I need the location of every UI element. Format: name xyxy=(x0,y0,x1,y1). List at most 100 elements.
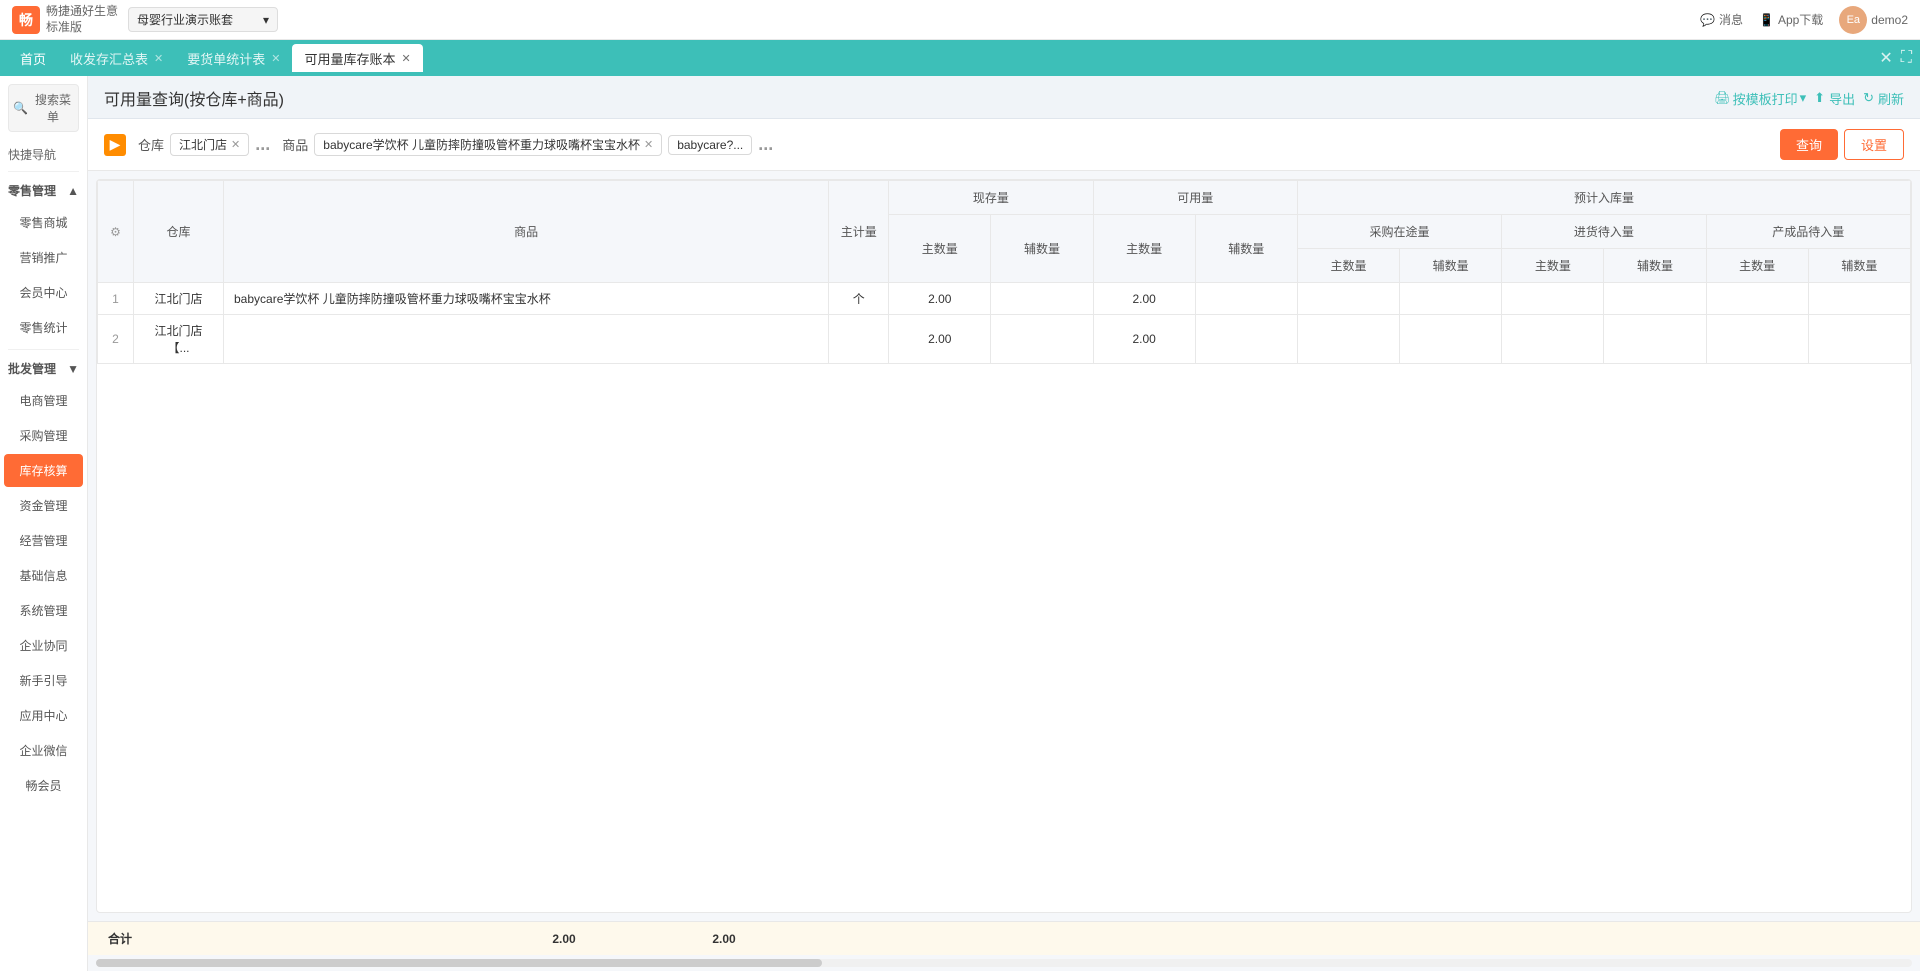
warehouse-tag[interactable]: 江北门店 ✕ xyxy=(170,133,249,156)
message-btn[interactable]: 💬 消息 xyxy=(1700,11,1743,28)
export-btn[interactable]: ⬆ 导出 xyxy=(1814,89,1855,108)
warehouse-tag-close[interactable]: ✕ xyxy=(231,138,240,151)
table-scroll-thumb[interactable] xyxy=(96,959,822,967)
sidebar: 🔍 搜索菜单 快捷导航 零售管理 ▲ 零售商城 营销推广 会员中心 零售统计 批… xyxy=(0,76,88,971)
cell-purchase-transit-aux xyxy=(1400,283,1502,315)
tab-available-stock[interactable]: 可用量库存账本 ✕ xyxy=(292,44,422,72)
sidebar-item-basic-info[interactable]: 基础信息 xyxy=(4,559,83,592)
th-avail-aux: 辅数量 xyxy=(1195,215,1297,283)
cell-goods-pending-aux xyxy=(1604,315,1706,364)
sidebar-item-purchase[interactable]: 采购管理 xyxy=(4,419,83,452)
chevron-up-icon: ▲ xyxy=(67,184,79,198)
th-warehouse: 仓库 xyxy=(134,181,224,283)
print-btn[interactable]: 🖨 按模板打印 ▾ xyxy=(1714,89,1806,108)
goods-more-btn[interactable]: ... xyxy=(758,134,773,155)
industry-selector[interactable]: 母婴行业演示账套 ▾ xyxy=(128,7,278,32)
tab-receipt-summary[interactable]: 收发存汇总表 ✕ xyxy=(58,44,175,72)
cell-stock-main: 2.00 xyxy=(889,283,991,315)
th-main-unit: 主计量 xyxy=(829,181,889,283)
export-icon: ⬆ xyxy=(1814,90,1825,106)
th-avail-main: 主数量 xyxy=(1093,215,1195,283)
cell-goods xyxy=(224,315,829,364)
page-title: 可用量查询(按仓库+商品) xyxy=(104,86,284,110)
sidebar-item-finance[interactable]: 资金管理 xyxy=(4,489,83,522)
message-icon: 💬 xyxy=(1700,13,1715,27)
cell-product-pending-main xyxy=(1706,283,1808,315)
tab-available-stock-close[interactable]: ✕ xyxy=(402,52,411,65)
footer-stock-main: 2.00 xyxy=(524,932,604,946)
chevron-down-icon-wholesale: ▼ xyxy=(67,362,79,376)
sidebar-item-app-center[interactable]: 应用中心 xyxy=(4,699,83,732)
query-btn[interactable]: 查询 xyxy=(1780,129,1838,160)
sidebar-search-area: 🔍 搜索菜单 xyxy=(0,76,87,140)
cell-goods-pending-main xyxy=(1502,315,1604,364)
sidebar-item-inventory[interactable]: 库存核算 xyxy=(4,454,83,487)
cell-product-pending-aux xyxy=(1808,315,1910,364)
tab-order-stats[interactable]: 要货单统计表 ✕ xyxy=(175,44,292,72)
tab-receipt-summary-close[interactable]: ✕ xyxy=(154,52,163,65)
goods-label: 商品 xyxy=(282,135,308,154)
sidebar-item-zero-sales-mall[interactable]: 零售商城 xyxy=(4,206,83,239)
sidebar-item-zero-sales-stats[interactable]: 零售统计 xyxy=(4,311,83,344)
th-current-stock: 现存量 xyxy=(889,181,1093,215)
goods-tag-1[interactable]: babycare学饮杯 儿童防摔防撞吸管杯重力球吸嘴杯宝宝水杯 ✕ xyxy=(314,133,662,156)
cell-avail-main: 2.00 xyxy=(1093,315,1195,364)
top-bar-left: 畅 畅捷通好生意 标准版 母婴行业演示账套 ▾ xyxy=(12,4,278,35)
refresh-btn[interactable]: ↻ 刷新 xyxy=(1863,89,1904,108)
cell-unit xyxy=(829,315,889,364)
cell-avail-aux xyxy=(1195,315,1297,364)
tab-fullscreen-icon[interactable]: ⛶ xyxy=(1901,49,1912,67)
sidebar-item-marketing[interactable]: 营销推广 xyxy=(4,241,83,274)
footer-label: 合计 xyxy=(98,930,224,947)
footer-avail-main: 2.00 xyxy=(684,932,764,946)
th-goods-pending: 进货待入量 xyxy=(1502,215,1706,249)
page-actions: 🖨 按模板打印 ▾ ⬆ 导出 ↻ 刷新 xyxy=(1714,89,1904,108)
sidebar-item-enterprise-collab[interactable]: 企业协同 xyxy=(4,629,83,662)
user-avatar-btn[interactable]: Ea demo2 xyxy=(1839,6,1908,34)
layout: 🔍 搜索菜单 快捷导航 零售管理 ▲ 零售商城 营销推广 会员中心 零售统计 批… xyxy=(0,76,1920,971)
table-scroll-bar[interactable] xyxy=(96,959,1912,967)
th-purchase-transit-main: 主数量 xyxy=(1297,249,1399,283)
th-settings[interactable]: ⚙ xyxy=(98,181,134,283)
warehouse-more-btn[interactable]: ... xyxy=(255,134,270,155)
goods-tag-1-close[interactable]: ✕ xyxy=(644,138,653,151)
tab-order-stats-close[interactable]: ✕ xyxy=(271,52,280,65)
main-content: 可用量查询(按仓库+商品) 🖨 按模板打印 ▾ ⬆ 导出 ↻ 刷新 ▶ xyxy=(88,76,1920,971)
cell-purchase-transit-main xyxy=(1297,283,1399,315)
cell-avail-aux xyxy=(1195,283,1297,315)
table-footer-row: 合计 2.00 2.00 xyxy=(88,921,1920,955)
th-purchase-transit-aux: 辅数量 xyxy=(1400,249,1502,283)
goods-tag-2[interactable]: babycare?... xyxy=(668,135,752,155)
sidebar-item-wholesale[interactable]: 批发管理 ▼ xyxy=(0,354,87,383)
cell-unit: 个 xyxy=(829,283,889,315)
filter-actions: 查询 设置 xyxy=(1780,129,1904,160)
cell-stock-main: 2.00 xyxy=(889,315,991,364)
sidebar-divider-2 xyxy=(8,349,79,350)
cell-num: 2 xyxy=(98,315,134,364)
logo-text: 畅捷通好生意 标准版 xyxy=(46,4,118,35)
filter-toggle-btn[interactable]: ▶ xyxy=(104,134,126,156)
sidebar-item-new-guide[interactable]: 新手引导 xyxy=(4,664,83,697)
cell-goods: babycare学饮杯 儿童防摔防撞吸管杯重力球吸嘴杯宝宝水杯 xyxy=(224,283,829,315)
tab-home[interactable]: 首页 xyxy=(8,44,58,72)
sidebar-item-member[interactable]: 畅会员 xyxy=(4,769,83,802)
print-icon: 🖨 xyxy=(1714,90,1731,106)
cell-warehouse: 江北门店 xyxy=(134,283,224,315)
sidebar-search-btn[interactable]: 🔍 搜索菜单 xyxy=(8,84,79,132)
sidebar-item-ecommerce[interactable]: 电商管理 xyxy=(4,384,83,417)
tab-close-all-icon[interactable]: ✕ xyxy=(1879,48,1892,68)
sidebar-item-system[interactable]: 系统管理 xyxy=(4,594,83,627)
sidebar-item-operations[interactable]: 经营管理 xyxy=(4,524,83,557)
th-available: 可用量 xyxy=(1093,181,1297,215)
top-bar: 畅 畅捷通好生意 标准版 母婴行业演示账套 ▾ 💬 消息 📱 App下载 Ea … xyxy=(0,0,1920,40)
sidebar-item-enterprise-wechat[interactable]: 企业微信 xyxy=(4,734,83,767)
sidebar-item-zero-sales[interactable]: 零售管理 ▲ xyxy=(0,176,87,205)
cell-goods-pending-main xyxy=(1502,283,1604,315)
cell-stock-aux xyxy=(991,283,1093,315)
chevron-down-icon: ▾ xyxy=(263,13,269,27)
logo-area: 畅 畅捷通好生意 标准版 xyxy=(12,4,118,35)
app-download-btn[interactable]: 📱 App下载 xyxy=(1759,11,1823,28)
quick-nav-label[interactable]: 快捷导航 xyxy=(0,140,87,167)
sidebar-item-member-center[interactable]: 会员中心 xyxy=(4,276,83,309)
setting-btn[interactable]: 设置 xyxy=(1844,129,1904,160)
